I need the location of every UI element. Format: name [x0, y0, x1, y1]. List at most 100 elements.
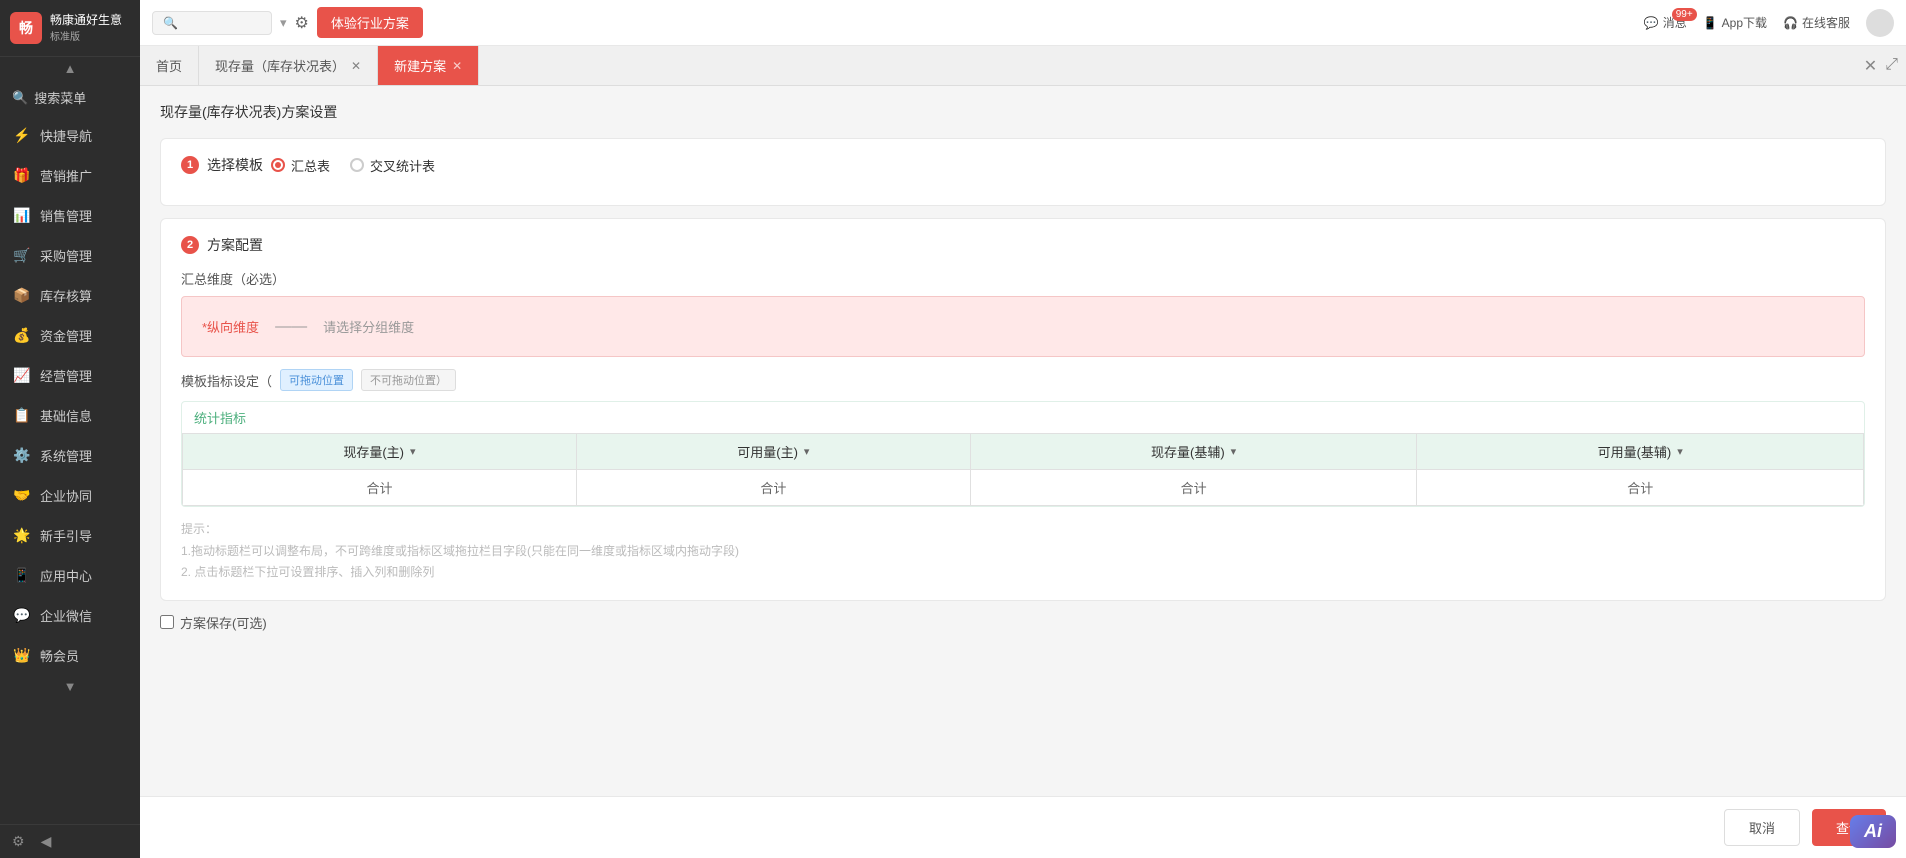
tab-inventory[interactable]: 现存量（库存状况表） ✕ — [199, 46, 378, 85]
stats-data-row: 合计 合计 合计 合计 — [183, 470, 1864, 506]
col1-header[interactable]: 现存量(主) ▾ — [183, 434, 577, 470]
sidebar-item-guide[interactable]: 🌟 新手引导 — [0, 515, 140, 555]
tab-close-all-icon[interactable]: ✕ — [1864, 56, 1877, 76]
col2-dropdown-icon[interactable]: ▾ — [804, 445, 810, 458]
step1-section: 1 选择模板 汇总表 交叉统计表 — [160, 138, 1886, 206]
basic-info-icon: 📋 — [12, 405, 32, 425]
finance-icon: 💰 — [12, 325, 32, 345]
purchase-icon: 🛒 — [12, 245, 32, 265]
guide-icon: 🌟 — [12, 525, 32, 545]
cancel-button[interactable]: 取消 — [1724, 809, 1800, 846]
user-avatar[interactable] — [1866, 9, 1894, 37]
topbar-settings-icon[interactable]: ⚙ — [295, 13, 309, 33]
tab-new-scheme-close[interactable]: ✕ — [452, 59, 462, 73]
tips: 提示： 1.拖动标题栏可以调整布局，不可跨维度或指标区域拖拉栏目字段(只能在同一… — [181, 519, 1865, 584]
stats-title: 统计指标 — [182, 402, 1864, 433]
col4-header[interactable]: 可用量(基辅) ▾ — [1417, 434, 1864, 470]
sidebar-item-operations[interactable]: 📈 经营管理 — [0, 355, 140, 395]
sidebar-item-wechat[interactable]: 💬 企业微信 — [0, 595, 140, 635]
radio-summary[interactable]: 汇总表 — [271, 156, 330, 175]
sidebar-item-sales[interactable]: 📊 销售管理 — [0, 195, 140, 235]
topbar-dropdown-icon[interactable]: ▾ — [280, 15, 287, 31]
sidebar-item-purchase[interactable]: 🛒 采购管理 — [0, 235, 140, 275]
col2-header[interactable]: 可用量(主) ▾ — [576, 434, 970, 470]
message-badge: 99+ — [1672, 8, 1697, 21]
topbar-app-download[interactable]: 📱 App下载 — [1703, 14, 1767, 31]
tab-new-scheme[interactable]: 新建方案 ✕ — [378, 46, 479, 85]
sidebar-item-system[interactable]: ⚙️ 系统管理 — [0, 435, 140, 475]
col4-data: 合计 — [1417, 470, 1864, 506]
service-icon: 🎧 — [1783, 16, 1798, 30]
main-area: 🔍 ▾ ⚙ 体验行业方案 💬 消息 99+ 📱 App下载 🎧 在线客服 — [140, 0, 1906, 858]
settings-bottom-icon[interactable]: ⚙ — [12, 833, 25, 850]
save-option: 方案保存(可选) — [160, 613, 1886, 632]
sidebar-item-search[interactable]: 🔍 搜索菜单 — [0, 80, 140, 115]
dimension-label: 汇总维度（必选） — [181, 269, 1865, 288]
template-radio-group: 汇总表 交叉统计表 — [271, 156, 435, 175]
col3-dropdown-icon[interactable]: ▾ — [1231, 445, 1237, 458]
topbar-search-box[interactable]: 🔍 — [152, 11, 272, 35]
radio-summary-circle — [271, 158, 285, 172]
dimension-arrow: —— — [275, 318, 307, 336]
topbar-online-service[interactable]: 🎧 在线客服 — [1783, 14, 1850, 31]
step2-number: 2 — [181, 236, 199, 254]
non-draggable-badge: 不可拖动位置） — [361, 369, 456, 391]
member-icon: 👑 — [12, 645, 32, 665]
tab-inventory-close[interactable]: ✕ — [351, 59, 361, 73]
sidebar-item-member[interactable]: 👑 畅会员 — [0, 635, 140, 675]
sidebar-logo: 畅 畅康通好生意 标准版 — [0, 0, 140, 57]
col3-header[interactable]: 现存量(基辅) ▾ — [970, 434, 1417, 470]
sidebar-scroll-up[interactable]: ▲ — [0, 57, 140, 80]
message-icon: 💬 — [1644, 16, 1659, 30]
topbar-search-icon: 🔍 — [163, 16, 178, 30]
topbar: 🔍 ▾ ⚙ 体验行业方案 💬 消息 99+ 📱 App下载 🎧 在线客服 — [140, 0, 1906, 46]
logo-text: 畅康通好生意 标准版 — [50, 13, 122, 44]
ai-float-button[interactable]: Ai — [1850, 815, 1896, 848]
page-title: 现存量(库存状况表)方案设置 — [160, 102, 1886, 122]
wechat-icon: 💬 — [12, 605, 32, 625]
draggable-badge: 可拖动位置 — [280, 369, 353, 391]
tab-home[interactable]: 首页 — [140, 46, 199, 85]
col4-dropdown-icon[interactable]: ▾ — [1677, 445, 1683, 458]
operations-icon: 📈 — [12, 365, 32, 385]
trial-button[interactable]: 体验行业方案 — [317, 7, 423, 38]
content-area: 现存量(库存状况表)方案设置 1 选择模板 汇总表 交叉统计表 — [140, 86, 1906, 796]
quick-nav-icon: ⚡ — [12, 125, 32, 145]
collapse-icon[interactable]: ◀ — [41, 833, 52, 850]
search-icon: 🔍 — [12, 90, 28, 106]
sidebar-bottom: ⚙ ◀ — [0, 824, 140, 858]
sidebar-scroll-down[interactable]: ▼ — [0, 675, 140, 698]
radio-cross[interactable]: 交叉统计表 — [350, 156, 435, 175]
step2-section: 2 方案配置 汇总维度（必选） *纵向维度 —— 请选择分组维度 模板指标设定（… — [160, 218, 1886, 601]
save-checkbox[interactable] — [160, 615, 174, 629]
stats-table: 现存量(主) ▾ 可用量(主) ▾ — [182, 433, 1864, 506]
indicator-settings: 模板指标设定（ 可拖动位置 不可拖动位置） 统计指标 现存量(主) ▾ — [181, 369, 1865, 507]
sidebar-item-inventory[interactable]: 📦 库存核算 — [0, 275, 140, 315]
sidebar-item-enterprise[interactable]: 🤝 企业协同 — [0, 475, 140, 515]
system-icon: ⚙️ — [12, 445, 32, 465]
sidebar-item-quick-nav[interactable]: ⚡ 快捷导航 — [0, 115, 140, 155]
tabs-actions: ✕ ⤢ — [1864, 56, 1906, 76]
sidebar-item-basic-info[interactable]: 📋 基础信息 — [0, 395, 140, 435]
col1-dropdown-icon[interactable]: ▾ — [410, 445, 416, 458]
sidebar-item-marketing[interactable]: 🎁 营销推广 — [0, 155, 140, 195]
topbar-message[interactable]: 💬 消息 99+ — [1644, 14, 1687, 31]
sidebar: 畅 畅康通好生意 标准版 ▲ 🔍 搜索菜单 ⚡ 快捷导航 🎁 营销推广 📊 销售… — [0, 0, 140, 858]
sidebar-item-app-center[interactable]: 📱 应用中心 — [0, 555, 140, 595]
logo-icon: 畅 — [10, 12, 42, 44]
step1-number: 1 — [181, 156, 199, 174]
dimension-required: *纵向维度 — [202, 317, 259, 336]
radio-cross-circle — [350, 158, 364, 172]
col3-data: 合计 — [970, 470, 1417, 506]
app-center-icon: 📱 — [12, 565, 32, 585]
dimension-placeholder[interactable]: 请选择分组维度 — [323, 317, 414, 336]
sidebar-item-finance[interactable]: 💰 资金管理 — [0, 315, 140, 355]
dimension-box: *纵向维度 —— 请选择分组维度 — [181, 296, 1865, 357]
topbar-right: 💬 消息 99+ 📱 App下载 🎧 在线客服 — [1644, 9, 1894, 37]
tabs-bar: 首页 现存量（库存状况表） ✕ 新建方案 ✕ ✕ ⤢ — [140, 46, 1906, 86]
inventory-icon: 📦 — [12, 285, 32, 305]
step2-header: 2 方案配置 — [181, 235, 1865, 255]
tab-fullscreen-icon[interactable]: ⤢ — [1885, 56, 1898, 76]
marketing-icon: 🎁 — [12, 165, 32, 185]
col1-data: 合计 — [183, 470, 577, 506]
